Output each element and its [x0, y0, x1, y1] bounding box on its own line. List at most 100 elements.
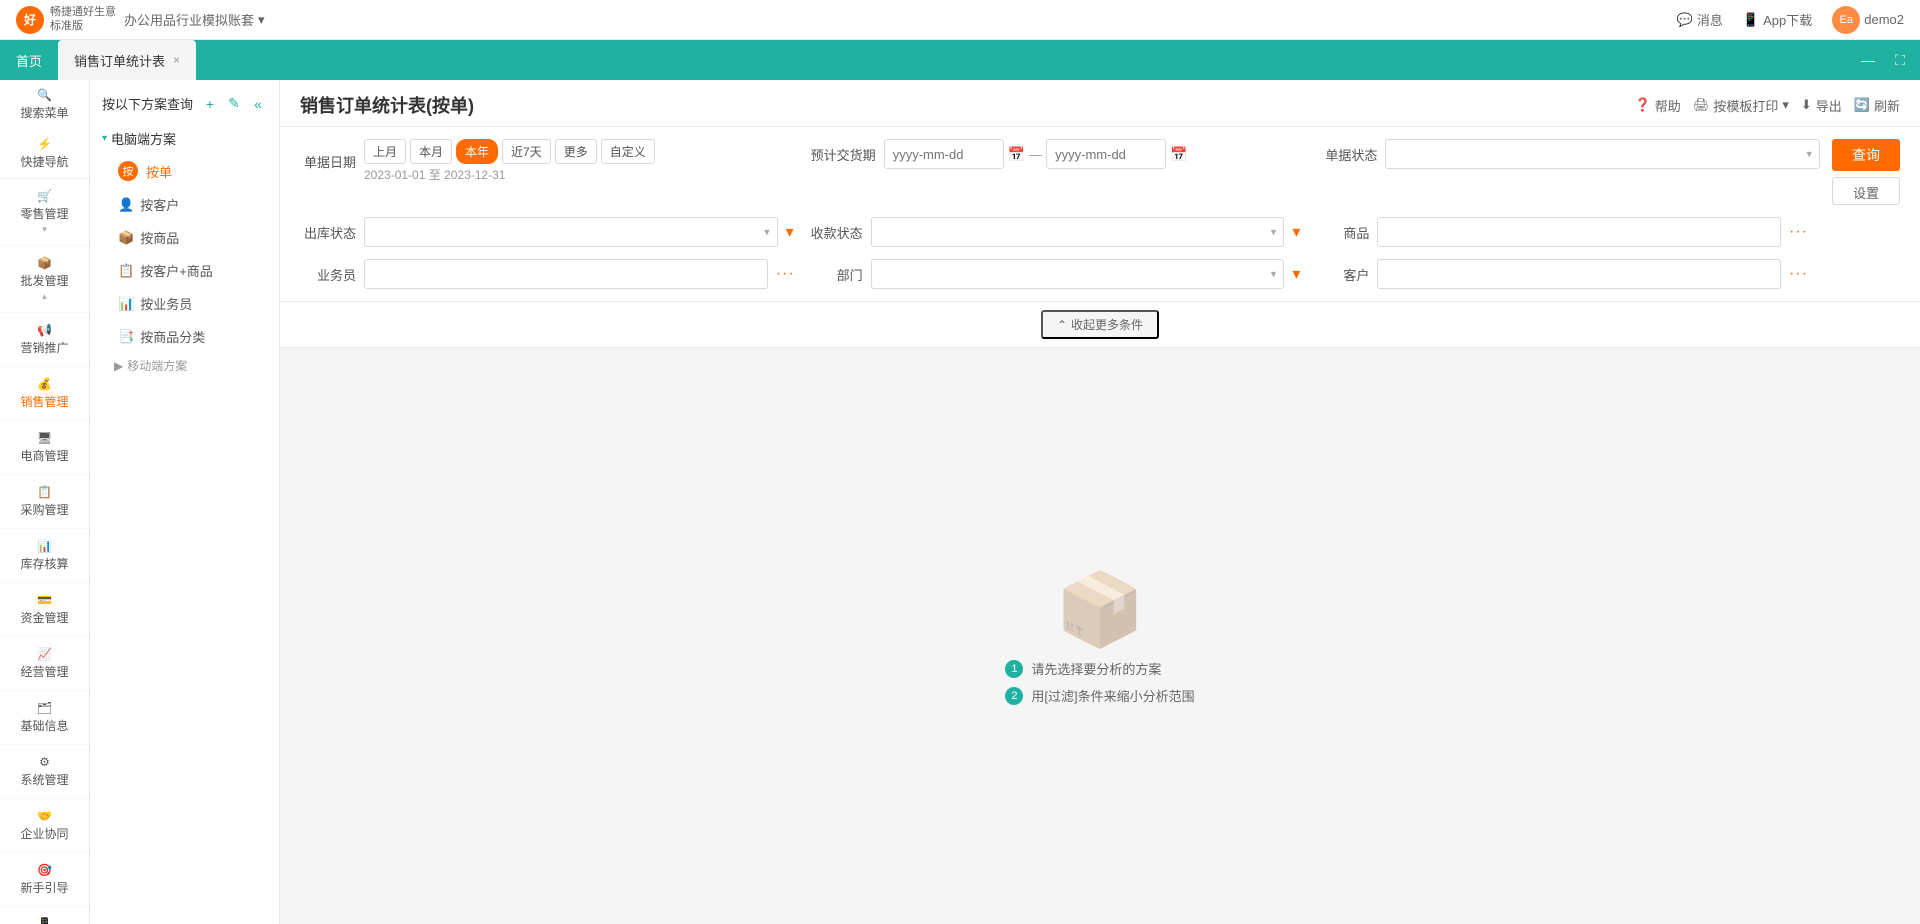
- product-input[interactable]: [1377, 217, 1781, 247]
- outbound-filter-group: 出库状态 ▾: [300, 217, 795, 247]
- customer-label: 客户: [1313, 265, 1369, 284]
- active-indicator: 按: [118, 161, 138, 181]
- dept-select[interactable]: [871, 259, 1285, 289]
- filter-row-1: 单据日期 上月 本月 本年 近7天 更多 自定义 2023-01-01 至 20…: [300, 139, 1900, 205]
- delivery-date-group: 预计交货期 📅 — 📅: [811, 139, 1310, 169]
- sidebar-item-ecommerce[interactable]: 🖥 电商管理: [0, 421, 89, 475]
- app-selector[interactable]: 办公用品行业模拟账套 ▾: [124, 10, 265, 29]
- sidebar-item-system[interactable]: ⚙ 系统管理: [0, 745, 89, 799]
- avatar: Ea: [1832, 6, 1860, 34]
- scheme-edit-button[interactable]: ✎: [225, 95, 243, 113]
- app-download-button[interactable]: 📱 App下载: [1743, 10, 1812, 29]
- salesperson-more-button[interactable]: ···: [776, 265, 795, 283]
- date-btn-last7days[interactable]: 近7天: [502, 139, 551, 164]
- settings-button[interactable]: 设置: [1832, 177, 1900, 205]
- scheme-add-button[interactable]: +: [201, 95, 219, 113]
- date-btn-last-month[interactable]: 上月: [364, 139, 406, 164]
- date-btn-more[interactable]: 更多: [555, 139, 597, 164]
- delivery-date-end-input[interactable]: [1046, 139, 1166, 169]
- scheme-item-by-customer-product[interactable]: 📋 按客户+商品: [90, 254, 279, 287]
- salesperson-label: 业务员: [300, 265, 356, 284]
- outbound-more-button[interactable]: ▾: [786, 222, 795, 242]
- status-select[interactable]: [1385, 139, 1820, 169]
- chevron-down-icon: ▾: [42, 224, 47, 235]
- calendar-start-icon[interactable]: 📅: [1008, 146, 1025, 163]
- scheme-collapse-button[interactable]: «: [249, 95, 267, 113]
- scheme-item-by-customer[interactable]: 👤 按客户: [90, 188, 279, 221]
- hint-number-1: 1: [1005, 660, 1023, 678]
- wholesale-icon: 📦: [37, 256, 52, 270]
- print-button[interactable]: 🖨 按模板打印 ▾: [1693, 96, 1789, 115]
- date-quick-buttons: 上月 本月 本年 近7天 更多 自定义: [364, 139, 655, 164]
- refresh-icon: 🔄: [1854, 97, 1870, 113]
- search-icon: 🔍: [37, 88, 52, 102]
- sidebar-item-purchase[interactable]: 📋 采购管理: [0, 475, 89, 529]
- outbound-label: 出库状态: [300, 223, 356, 242]
- customer-input[interactable]: [1377, 259, 1781, 289]
- sidebar-item-enterprise[interactable]: 🤝 企业协同: [0, 799, 89, 853]
- main-layout: 🔍 搜索菜单 ⚡ 快捷导航 🛒 零售管理 ▾ 📦 批发管理 ▴ 📢 营销推广 💰…: [0, 80, 1920, 924]
- date-btn-custom[interactable]: 自定义: [601, 139, 655, 164]
- sidebar-item-wholesale[interactable]: 📦 批发管理 ▴: [0, 246, 89, 313]
- page-title: 销售订单统计表(按单): [300, 92, 474, 118]
- tab-bar: 首页 销售订单统计表 × — ⛶: [0, 40, 1920, 80]
- message-button[interactable]: 💬 消息: [1677, 10, 1723, 29]
- logo-text: 畅捷通好生意 标准版: [50, 6, 116, 32]
- sidebar-item-appcenter[interactable]: 📱 应用中心: [0, 907, 89, 924]
- tab-home[interactable]: 首页: [0, 40, 58, 80]
- collapse-button[interactable]: ⌃ 收起更多条件: [1041, 310, 1159, 339]
- chevron-up-icon: ▴: [42, 291, 47, 302]
- empty-hints: 1 请先选择要分析的方案 2 用[过滤]条件来缩小分析范围: [1005, 659, 1194, 705]
- payment-select[interactable]: [871, 217, 1285, 247]
- data-area: 📦 1 请先选择要分析的方案 2 用[过滤]条件来缩小分析范围: [280, 348, 1920, 924]
- dept-more-button[interactable]: ▾: [1292, 264, 1301, 284]
- sidebar-item-basic[interactable]: 🗂 基础信息: [0, 691, 89, 745]
- product-more-button[interactable]: ···: [1789, 223, 1808, 241]
- product-label: 商品: [1313, 223, 1369, 242]
- scheme-desktop-header[interactable]: ▾ 电脑端方案: [90, 123, 279, 154]
- salesperson-input[interactable]: [364, 259, 768, 289]
- tab-sales-order-stats[interactable]: 销售订单统计表 ×: [58, 40, 196, 80]
- chevron-down-icon: ▾: [1782, 97, 1789, 113]
- sidebar-item-operations[interactable]: 📈 经营管理: [0, 637, 89, 691]
- sidebar-item-sales[interactable]: 💰 销售管理: [0, 367, 89, 421]
- export-icon: ⬇: [1801, 97, 1812, 113]
- scheme-item-by-salesperson[interactable]: 📊 按业务员: [90, 287, 279, 320]
- basic-icon: 🗂: [37, 701, 52, 715]
- sidebar-item-newuser[interactable]: 🎯 新手引导: [0, 853, 89, 907]
- user-menu[interactable]: Ea demo2: [1832, 6, 1904, 34]
- help-button[interactable]: ❓ 帮助: [1635, 96, 1681, 115]
- delivery-date-start-input[interactable]: [884, 139, 1004, 169]
- scheme-panel-actions: + ✎ «: [201, 95, 267, 113]
- sidebar-item-marketing[interactable]: 📢 营销推广: [0, 313, 89, 367]
- date-btn-this-year[interactable]: 本年: [456, 139, 498, 164]
- query-button[interactable]: 查询: [1832, 139, 1900, 171]
- sidebar-search-button[interactable]: 🔍 搜索菜单: [0, 80, 89, 129]
- sidebar-top-buttons: 🔍 搜索菜单 ⚡ 快捷导航: [0, 80, 89, 179]
- sidebar-quicknav-button[interactable]: ⚡ 快捷导航: [0, 129, 89, 178]
- date-filter-group: 单据日期 上月 本月 本年 近7天 更多 自定义 2023-01-01 至 20…: [300, 139, 799, 183]
- calendar-end-icon[interactable]: 📅: [1170, 146, 1187, 163]
- customer-more-button[interactable]: ···: [1789, 265, 1808, 283]
- page-header: 销售订单统计表(按单) ❓ 帮助 🖨 按模板打印 ▾ ⬇ 导出: [280, 80, 1920, 127]
- tab-minimize-button[interactable]: —: [1856, 48, 1880, 72]
- tab-maximize-button[interactable]: ⛶: [1888, 48, 1912, 72]
- sidebar-item-finance[interactable]: 💳 资金管理: [0, 583, 89, 637]
- scheme-mobile-section[interactable]: ▶ 移动端方案: [90, 353, 279, 378]
- sidebar-item-inventory[interactable]: 📊 库存核算: [0, 529, 89, 583]
- scheme-item-by-order[interactable]: 按 按单: [90, 154, 279, 188]
- logo-icon: 好: [16, 6, 44, 34]
- refresh-button[interactable]: 🔄 刷新: [1854, 96, 1900, 115]
- scheme-panel: 按以下方案查询 + ✎ « ▾ 电脑端方案 按 按单 👤 按客户: [90, 80, 280, 924]
- scheme-item-by-product[interactable]: 📦 按商品: [90, 221, 279, 254]
- date-filter-inner: 上月 本月 本年 近7天 更多 自定义 2023-01-01 至 2023-12…: [364, 139, 655, 183]
- scheme-item-by-category[interactable]: 📑 按商品分类: [90, 320, 279, 353]
- dept-label: 部门: [807, 265, 863, 284]
- status-label: 单据状态: [1321, 145, 1377, 164]
- outbound-select[interactable]: [364, 217, 778, 247]
- tab-close-button[interactable]: ×: [173, 53, 180, 67]
- export-button[interactable]: ⬇ 导出: [1801, 96, 1842, 115]
- date-btn-this-month[interactable]: 本月: [410, 139, 452, 164]
- sidebar-item-retail[interactable]: 🛒 零售管理 ▾: [0, 179, 89, 246]
- payment-more-button[interactable]: ▾: [1292, 222, 1301, 242]
